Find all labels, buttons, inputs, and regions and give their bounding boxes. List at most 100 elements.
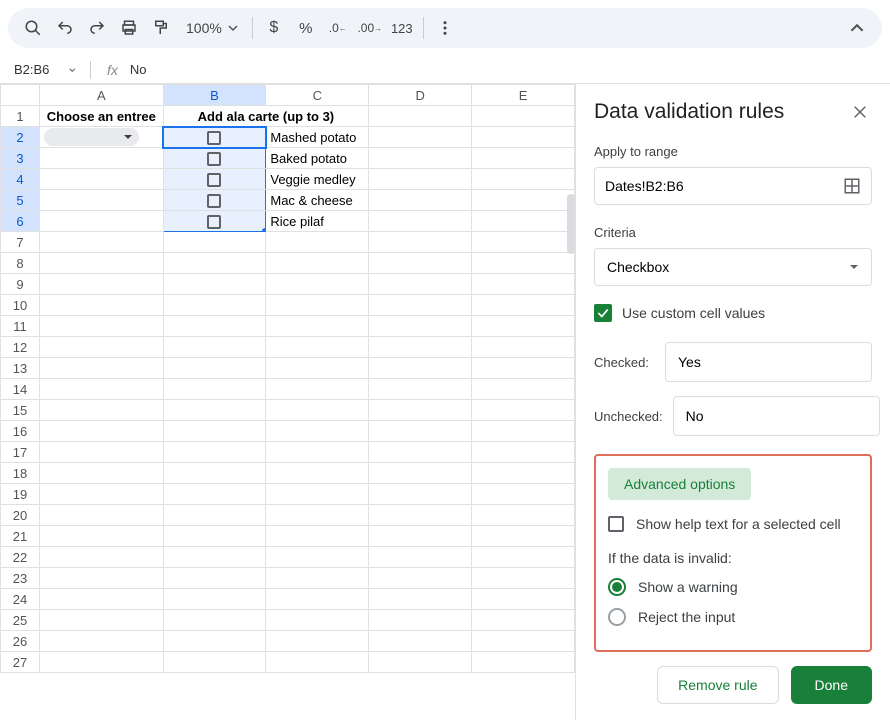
fill-handle[interactable] xyxy=(262,228,266,232)
row-header[interactable]: 7 xyxy=(1,232,40,253)
checkbox-checked-icon[interactable] xyxy=(594,304,612,322)
cell-C5[interactable]: Mac & cheese xyxy=(266,190,369,211)
col-header-B[interactable]: B xyxy=(163,85,266,106)
redo-icon[interactable] xyxy=(82,13,112,43)
reject-input-radio[interactable]: Reject the input xyxy=(608,608,858,626)
row-header[interactable]: 27 xyxy=(1,652,40,673)
row-header[interactable]: 24 xyxy=(1,589,40,610)
zoom-dropdown[interactable]: 100% xyxy=(178,20,246,36)
row-header[interactable]: 19 xyxy=(1,484,40,505)
cell-B4[interactable] xyxy=(163,169,266,190)
col-header-E[interactable]: E xyxy=(472,85,575,106)
cell-C6[interactable]: Rice pilaf xyxy=(266,211,369,232)
col-header-D[interactable]: D xyxy=(369,85,472,106)
checkbox-icon[interactable] xyxy=(207,173,221,187)
cell[interactable] xyxy=(40,211,163,232)
cell-B2[interactable] xyxy=(163,127,266,148)
col-header-A[interactable]: A xyxy=(40,85,163,106)
close-icon[interactable] xyxy=(848,100,872,124)
custom-values-checkbox-row[interactable]: Use custom cell values xyxy=(594,304,872,322)
row-header[interactable]: 18 xyxy=(1,463,40,484)
checkbox-icon[interactable] xyxy=(207,194,221,208)
col-header-C[interactable]: C xyxy=(266,85,369,106)
percent-icon[interactable]: % xyxy=(291,13,321,43)
row-header[interactable]: 3 xyxy=(1,148,40,169)
cell[interactable] xyxy=(472,148,575,169)
cell[interactable] xyxy=(40,148,163,169)
cell[interactable] xyxy=(369,190,472,211)
undo-icon[interactable] xyxy=(50,13,80,43)
checkbox-empty-icon[interactable] xyxy=(608,516,624,532)
name-box[interactable]: B2:B6 xyxy=(10,60,80,79)
help-text-checkbox-row[interactable]: Show help text for a selected cell xyxy=(608,516,858,532)
row-header[interactable]: 21 xyxy=(1,526,40,547)
row-header[interactable]: 26 xyxy=(1,631,40,652)
increase-decimal-icon[interactable]: .00→ xyxy=(355,13,385,43)
cell[interactable] xyxy=(40,169,163,190)
cell[interactable] xyxy=(369,169,472,190)
row-header[interactable]: 5 xyxy=(1,190,40,211)
cell[interactable] xyxy=(369,106,472,127)
corner-cell[interactable] xyxy=(1,85,40,106)
checkbox-icon[interactable] xyxy=(207,131,221,145)
cell[interactable] xyxy=(472,211,575,232)
sheet-area[interactable]: A B C D E 1 Choose an entree Add ala car… xyxy=(0,84,575,720)
collapse-icon[interactable] xyxy=(842,13,872,43)
paint-format-icon[interactable] xyxy=(146,13,176,43)
done-button[interactable]: Done xyxy=(791,666,872,704)
row-header[interactable]: 22 xyxy=(1,547,40,568)
row-header[interactable]: 23 xyxy=(1,568,40,589)
row-header[interactable]: 13 xyxy=(1,358,40,379)
criteria-dropdown[interactable]: Checkbox xyxy=(594,248,872,286)
formula-value[interactable]: No xyxy=(130,62,147,77)
row-header[interactable]: 9 xyxy=(1,274,40,295)
cell-B1[interactable]: Add ala carte (up to 3) xyxy=(163,106,369,127)
row-header[interactable]: 4 xyxy=(1,169,40,190)
cell[interactable] xyxy=(472,169,575,190)
select-range-icon[interactable] xyxy=(843,177,861,195)
row-header[interactable]: 2 xyxy=(1,127,40,148)
checkbox-icon[interactable] xyxy=(207,215,221,229)
row-header[interactable]: 10 xyxy=(1,295,40,316)
cell-C4[interactable]: Veggie medley xyxy=(266,169,369,190)
row-header[interactable]: 20 xyxy=(1,505,40,526)
cell-A1[interactable]: Choose an entree xyxy=(40,106,163,127)
row-header[interactable]: 14 xyxy=(1,379,40,400)
checkbox-icon[interactable] xyxy=(207,152,221,166)
cell[interactable] xyxy=(472,190,575,211)
format-number-icon[interactable]: 123 xyxy=(387,13,417,43)
print-icon[interactable] xyxy=(114,13,144,43)
dropdown-chip[interactable] xyxy=(44,128,139,146)
cell[interactable] xyxy=(369,148,472,169)
spreadsheet-grid[interactable]: A B C D E 1 Choose an entree Add ala car… xyxy=(0,84,575,673)
cell[interactable] xyxy=(369,211,472,232)
row-header[interactable]: 1 xyxy=(1,106,40,127)
row-header[interactable]: 11 xyxy=(1,316,40,337)
cell[interactable] xyxy=(472,106,575,127)
cell-B5[interactable] xyxy=(163,190,266,211)
cell[interactable] xyxy=(472,127,575,148)
cell-B6[interactable] xyxy=(163,211,266,232)
unchecked-value-input[interactable] xyxy=(673,396,880,436)
cell-C2[interactable]: Mashed potato xyxy=(266,127,369,148)
cell-A2[interactable] xyxy=(40,127,163,148)
advanced-options-button[interactable]: Advanced options xyxy=(608,468,751,500)
cell-B3[interactable] xyxy=(163,148,266,169)
row-header[interactable]: 15 xyxy=(1,400,40,421)
decrease-decimal-icon[interactable]: .0← xyxy=(323,13,353,43)
cell-C3[interactable]: Baked potato xyxy=(266,148,369,169)
row-header[interactable]: 25 xyxy=(1,610,40,631)
search-icon[interactable] xyxy=(18,13,48,43)
scrollbar[interactable] xyxy=(567,194,575,254)
row-header[interactable]: 12 xyxy=(1,337,40,358)
row-header[interactable]: 8 xyxy=(1,253,40,274)
row-header[interactable]: 16 xyxy=(1,421,40,442)
show-warning-radio[interactable]: Show a warning xyxy=(608,578,858,596)
row-header[interactable]: 17 xyxy=(1,442,40,463)
range-input-wrapper[interactable] xyxy=(594,167,872,205)
remove-rule-button[interactable]: Remove rule xyxy=(657,666,778,704)
cell[interactable] xyxy=(40,190,163,211)
currency-icon[interactable]: $ xyxy=(259,13,289,43)
cell[interactable] xyxy=(369,127,472,148)
row-header[interactable]: 6 xyxy=(1,211,40,232)
